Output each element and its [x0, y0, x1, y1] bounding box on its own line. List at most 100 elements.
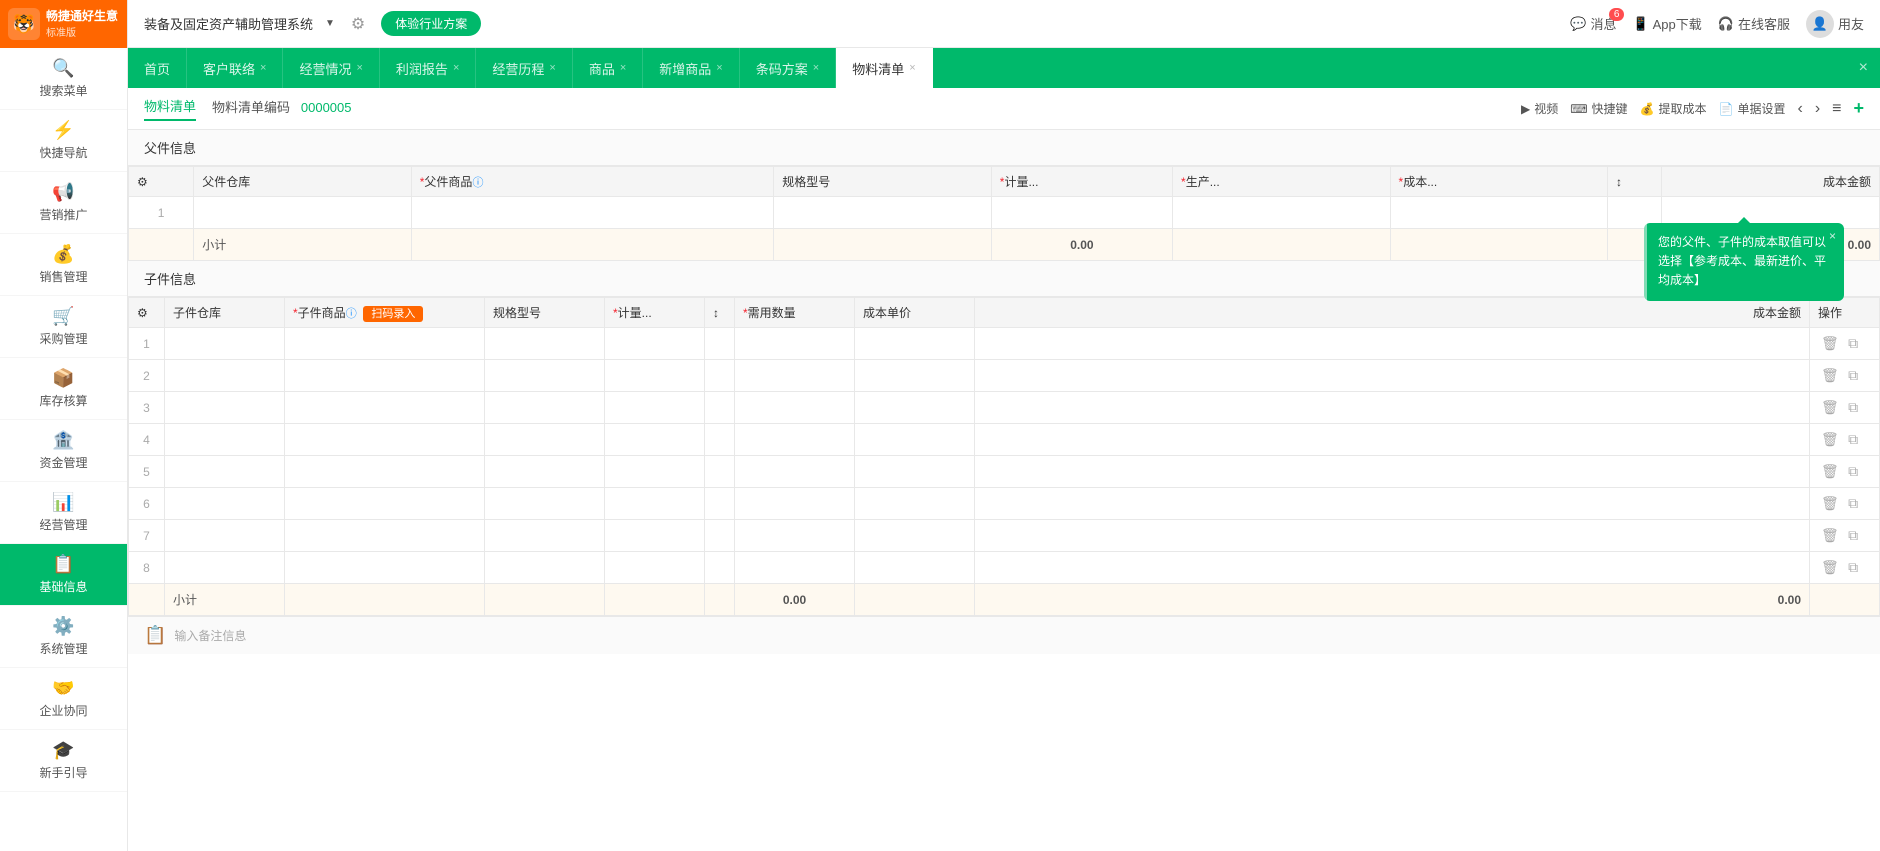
child-warehouse-cell[interactable] — [165, 456, 285, 488]
child-product-cell[interactable] — [285, 392, 485, 424]
sidebar-item-guide[interactable]: 🎓 新手引导 — [0, 730, 127, 792]
child-col-gear[interactable]: ⚙ — [129, 298, 165, 328]
child-cost-amount-cell[interactable] — [975, 488, 1810, 520]
copy-icon[interactable]: ⧉ — [1848, 495, 1858, 511]
delete-icon[interactable]: 🗑 — [1821, 527, 1839, 543]
tab-close-icon[interactable]: × — [356, 62, 362, 74]
child-product-cell[interactable] — [285, 328, 485, 360]
child-cost-amount-cell[interactable] — [975, 456, 1810, 488]
sub-tab-bom[interactable]: 物料清单 — [144, 96, 196, 121]
tab-barcode[interactable]: 条码方案 × — [740, 48, 836, 88]
child-unit-cell[interactable] — [605, 520, 705, 552]
child-product-cell[interactable] — [285, 424, 485, 456]
copy-icon[interactable]: ⧉ — [1848, 399, 1858, 415]
shortcut-action[interactable]: ⌨ 快捷键 — [1570, 100, 1627, 117]
delete-icon[interactable]: 🗑 — [1821, 559, 1839, 575]
child-qty-cell[interactable] — [735, 456, 855, 488]
child-warehouse-cell[interactable] — [165, 328, 285, 360]
parent-spec-cell[interactable] — [774, 197, 992, 229]
tab-home[interactable]: 首页 — [128, 48, 187, 88]
child-unit-cell[interactable] — [605, 456, 705, 488]
child-spec-cell[interactable] — [485, 360, 605, 392]
child-product-cell[interactable] — [285, 488, 485, 520]
child-qty-cell[interactable] — [735, 392, 855, 424]
tab-close-icon[interactable]: × — [620, 62, 626, 74]
child-cost-amount-cell[interactable] — [975, 424, 1810, 456]
child-cost-amount-cell[interactable] — [975, 360, 1810, 392]
tab-profit[interactable]: 利润报告 × — [380, 48, 476, 88]
copy-icon[interactable]: ⧉ — [1848, 463, 1858, 479]
child-qty-cell[interactable] — [735, 360, 855, 392]
sidebar-item-system[interactable]: ⚙️ 系统管理 — [0, 606, 127, 668]
tab-history[interactable]: 经营历程 × — [476, 48, 572, 88]
nav-prev-button[interactable]: ‹ — [1797, 100, 1802, 118]
sidebar-item-enterprise[interactable]: 🤝 企业协同 — [0, 668, 127, 730]
sidebar-item-search[interactable]: 🔍 搜索菜单 — [0, 48, 127, 110]
child-unit-cost-cell[interactable] — [855, 488, 975, 520]
parent-col-gear[interactable]: ⚙ — [129, 167, 194, 197]
video-action[interactable]: ▶ 视频 — [1521, 100, 1558, 117]
delete-icon[interactable]: 🗑 — [1821, 463, 1839, 479]
online-service-item[interactable]: 🎧 在线客服 — [1718, 14, 1790, 33]
tooltip-close-button[interactable]: × — [1829, 227, 1836, 246]
child-spec-cell[interactable] — [485, 392, 605, 424]
child-unit-cell[interactable] — [605, 552, 705, 584]
child-warehouse-cell[interactable] — [165, 360, 285, 392]
child-qty-cell[interactable] — [735, 552, 855, 584]
child-qty-cell[interactable] — [735, 520, 855, 552]
tab-bom[interactable]: 物料清单 × — [836, 48, 932, 88]
child-unit-cost-cell[interactable] — [855, 392, 975, 424]
child-warehouse-cell[interactable] — [165, 424, 285, 456]
child-spec-cell[interactable] — [485, 520, 605, 552]
sidebar-item-marketing[interactable]: 📢 营销推广 — [0, 172, 127, 234]
copy-icon[interactable]: ⧉ — [1848, 559, 1858, 575]
child-unit-cost-cell[interactable] — [855, 552, 975, 584]
message-item[interactable]: 💬 消息 6 — [1570, 14, 1616, 33]
child-warehouse-cell[interactable] — [165, 552, 285, 584]
sidebar-item-basic[interactable]: 📋 基础信息 — [0, 544, 127, 606]
child-unit-cell[interactable] — [605, 360, 705, 392]
close-all-icon[interactable]: × — [1847, 59, 1880, 77]
parent-warehouse-cell[interactable] — [194, 197, 412, 229]
scan-button[interactable]: 扫码录入 — [363, 306, 423, 322]
nav-next-button[interactable]: › — [1815, 100, 1820, 118]
sidebar-item-operations[interactable]: 📊 经营管理 — [0, 482, 127, 544]
delete-icon[interactable]: 🗑 — [1821, 367, 1839, 383]
child-unit-cell[interactable] — [605, 424, 705, 456]
system-dropdown[interactable]: ▼ — [325, 18, 335, 29]
child-qty-cell[interactable] — [735, 328, 855, 360]
list-view-button[interactable]: ≡ — [1832, 100, 1841, 118]
tab-product[interactable]: 商品 × — [573, 48, 643, 88]
child-product-cell[interactable] — [285, 552, 485, 584]
child-product-cell[interactable] — [285, 520, 485, 552]
cost-action[interactable]: 💰 提取成本 — [1640, 100, 1707, 117]
parent-product-cell[interactable] — [411, 197, 774, 229]
parent-unit-cell[interactable] — [991, 197, 1172, 229]
tab-close-icon[interactable]: × — [716, 62, 722, 74]
child-unit-cell[interactable] — [605, 328, 705, 360]
tab-close-icon[interactable]: × — [549, 62, 555, 74]
child-product-cell[interactable] — [285, 456, 485, 488]
child-cost-amount-cell[interactable] — [975, 552, 1810, 584]
child-cost-amount-cell[interactable] — [975, 520, 1810, 552]
child-product-cell[interactable] — [285, 360, 485, 392]
tab-close-icon[interactable]: × — [453, 62, 459, 74]
sidebar-item-sales[interactable]: 💰 销售管理 — [0, 234, 127, 296]
tab-close-icon[interactable]: × — [909, 62, 915, 74]
child-unit-cell[interactable] — [605, 392, 705, 424]
child-warehouse-cell[interactable] — [165, 392, 285, 424]
child-warehouse-cell[interactable] — [165, 488, 285, 520]
tab-close-icon[interactable]: × — [813, 62, 819, 74]
sidebar-item-purchase[interactable]: 🛒 采购管理 — [0, 296, 127, 358]
sub-tab-code[interactable]: 物料清单编码 0000005 — [212, 97, 351, 120]
child-spec-cell[interactable] — [485, 328, 605, 360]
copy-icon[interactable]: ⧉ — [1848, 527, 1858, 543]
child-spec-cell[interactable] — [485, 424, 605, 456]
child-unit-cell[interactable] — [605, 488, 705, 520]
settings-gear-icon[interactable]: ⚙ — [351, 14, 365, 34]
delete-icon[interactable]: 🗑 — [1821, 399, 1839, 415]
child-unit-cost-cell[interactable] — [855, 456, 975, 488]
sidebar-item-inventory[interactable]: 📦 库存核算 — [0, 358, 127, 420]
user-item[interactable]: 👤 用友 — [1806, 10, 1864, 38]
trial-button[interactable]: 体验行业方案 — [381, 11, 481, 36]
